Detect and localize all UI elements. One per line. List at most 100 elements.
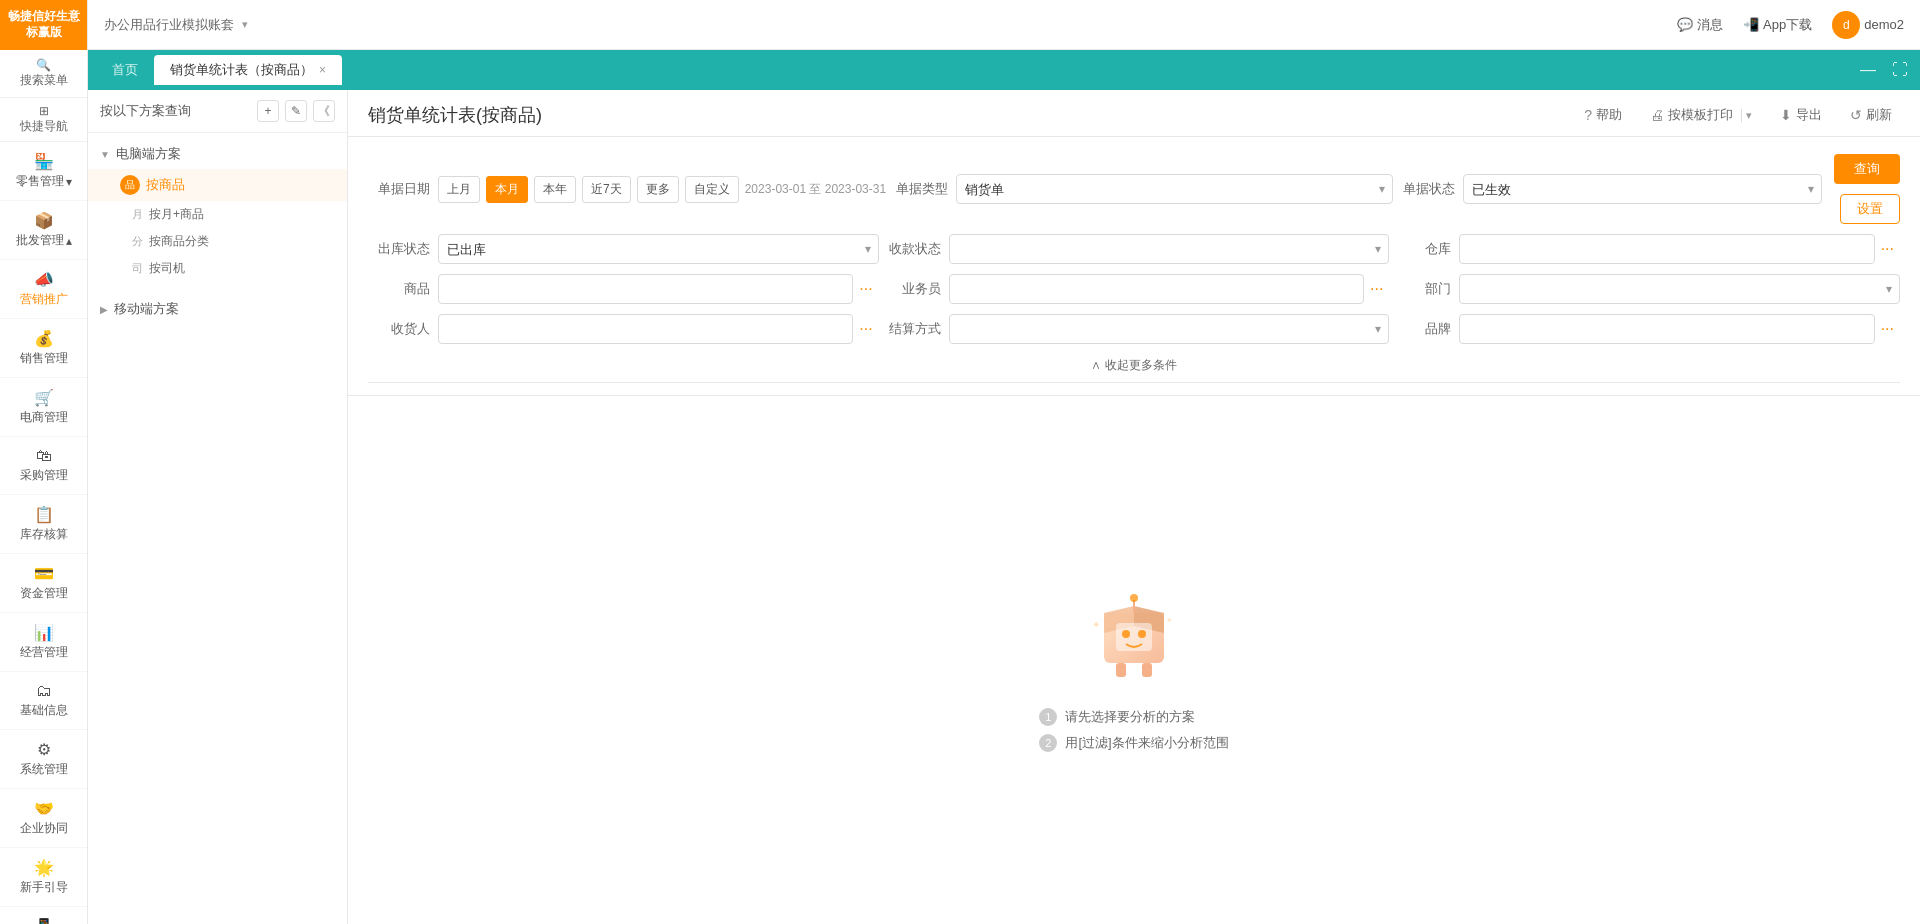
sidebar-item-finance[interactable]: 💳 资金管理: [0, 554, 87, 613]
salesperson-label: 业务员: [879, 280, 949, 298]
receiver-control: ···: [438, 314, 879, 344]
print-dropdown-icon[interactable]: ▾: [1741, 109, 1752, 122]
tree-arrow-icon: ▼: [100, 149, 110, 160]
finance-icon: 💳: [4, 564, 83, 583]
add-scheme-btn[interactable]: +: [257, 100, 279, 122]
main-area: 办公用品行业模拟账套 ▾ 💬 消息 📲 App下载 d demo2 首页: [88, 0, 1920, 924]
collapse-left-btn[interactable]: 《: [313, 100, 335, 122]
tab-minimize-btn[interactable]: —: [1856, 59, 1880, 81]
settlement-select[interactable]: [949, 314, 1390, 344]
help-btn[interactable]: ? 帮助: [1576, 102, 1630, 128]
query-btn[interactable]: 查询: [1834, 154, 1900, 184]
export-btn[interactable]: ⬇ 导出: [1772, 102, 1830, 128]
tip-num-2: 2: [1039, 734, 1057, 752]
sidebar-item-appstore[interactable]: 📱 应用中心: [0, 907, 87, 924]
salesperson-input[interactable]: [949, 274, 1364, 304]
svg-point-5: [1130, 594, 1138, 602]
brand-more-btn[interactable]: ···: [1875, 320, 1900, 338]
sidebar-item-operation[interactable]: 📊 经营管理: [0, 613, 87, 672]
out-status-select[interactable]: 已出库: [438, 234, 879, 264]
collapse-more-btn[interactable]: ∧ 收起更多条件: [368, 349, 1900, 383]
warehouse-input[interactable]: [1459, 234, 1874, 264]
last-month-btn[interactable]: 上月: [438, 176, 480, 203]
goods-input[interactable]: [438, 274, 853, 304]
tab-sales-stats[interactable]: 销货单统计表（按商品） ×: [154, 55, 342, 85]
more-btn[interactable]: 更多: [637, 176, 679, 203]
tree-child-by-goods[interactable]: 品 按商品: [88, 169, 347, 201]
page-title: 销货单统计表(按商品): [368, 103, 542, 127]
doc-status-select[interactable]: 已生效: [1463, 174, 1822, 204]
department-control: [1459, 274, 1900, 304]
this-year-btn[interactable]: 本年: [534, 176, 576, 203]
brand-input[interactable]: [1459, 314, 1874, 344]
tab-maximize-btn[interactable]: ⛶: [1888, 59, 1912, 81]
goods-control: ···: [438, 274, 879, 304]
department-select-wrapper: [1459, 274, 1900, 304]
app-download-btn[interactable]: 📲 App下载: [1743, 16, 1812, 34]
breadcrumb-dropdown-icon[interactable]: ▾: [242, 18, 248, 31]
goods-scheme-icon: 品: [120, 175, 140, 195]
sub-item-driver[interactable]: 司 按司机: [88, 255, 347, 282]
sidebar-item-guide[interactable]: 🌟 新手引导: [0, 848, 87, 907]
sidebar-item-inventory[interactable]: 📋 库存核算: [0, 495, 87, 554]
last7-btn[interactable]: 近7天: [582, 176, 631, 203]
settlement-select-wrapper: [949, 314, 1390, 344]
export-icon: ⬇: [1780, 107, 1792, 123]
tree-parent-pc[interactable]: ▼ 电脑端方案: [88, 139, 347, 169]
tree-parent-mobile[interactable]: ▶ 移动端方案: [88, 294, 347, 324]
tab-close-btn[interactable]: ×: [319, 64, 326, 76]
empty-state: ✦ ✦ ✦ 1 请先选择要分析的方案 2 用[过滤]条件来缩小分析范围: [348, 396, 1920, 924]
filter-row-1: 单据日期 上月 本月 本年 近7天 更多 自定义 2023-03-01 至 20…: [368, 149, 1900, 229]
left-panel-title: 按以下方案查询: [100, 102, 191, 120]
receiver-input[interactable]: [438, 314, 853, 344]
message-icon: 💬: [1677, 17, 1693, 32]
sidebar-item-system[interactable]: ⚙ 系统管理: [0, 730, 87, 789]
sidebar-item-retail[interactable]: 🏪 零售管理 ▾: [0, 142, 87, 201]
message-btn[interactable]: 💬 消息: [1677, 16, 1723, 34]
setting-btn[interactable]: 设置: [1840, 194, 1900, 224]
warehouse-more-btn[interactable]: ···: [1875, 240, 1900, 258]
sidebar-item-enterprise[interactable]: 🤝 企业协同: [0, 789, 87, 848]
print-icon: 🖨: [1650, 107, 1664, 123]
out-status-label: 出库状态: [368, 240, 438, 258]
user-menu[interactable]: d demo2: [1832, 11, 1904, 39]
department-select[interactable]: [1459, 274, 1900, 304]
template-print-btn[interactable]: 🖨 按模板打印 ▾: [1642, 102, 1760, 128]
receiver-more-btn[interactable]: ···: [853, 320, 878, 338]
sidebar-item-basic[interactable]: 🗂 基础信息: [0, 672, 87, 730]
sub-item-month-goods[interactable]: 月 按月+商品: [88, 201, 347, 228]
sidebar-item-purchase[interactable]: 🛍 采购管理: [0, 437, 87, 495]
doc-status-label: 单据状态: [1393, 180, 1463, 198]
doc-type-control: 销货单: [956, 174, 1393, 204]
right-panel: 销货单统计表(按商品) ? 帮助 🖨 按模板打印 ▾ ⬇ 导出: [348, 90, 1920, 924]
goods-more-btn[interactable]: ···: [853, 280, 878, 298]
mobile-tree-arrow-icon: ▶: [100, 304, 108, 315]
tab-bar: 首页 销货单统计表（按商品） × — ⛶: [88, 50, 1920, 90]
salesperson-control: ···: [949, 274, 1390, 304]
sub-item-category[interactable]: 分 按商品分类: [88, 228, 347, 255]
tab-home[interactable]: 首页: [96, 55, 154, 85]
search-menu-item[interactable]: 🔍 搜索菜单: [0, 50, 87, 98]
operation-icon: 📊: [4, 623, 83, 642]
empty-tip-1: 1 请先选择要分析的方案: [1039, 708, 1228, 726]
custom-btn[interactable]: 自定义: [685, 176, 739, 203]
doc-status-control: 已生效: [1463, 174, 1822, 204]
sidebar-item-wholesale[interactable]: 📦 批发管理 ▴: [0, 201, 87, 260]
quick-nav-item[interactable]: ⊞ 快捷导航: [0, 98, 87, 142]
filter-section: 单据日期 上月 本月 本年 近7天 更多 自定义 2023-03-01 至 20…: [348, 137, 1920, 396]
filter-cell-goods: 商品 ···: [368, 269, 879, 309]
guide-icon: 🌟: [4, 858, 83, 877]
edit-scheme-btn[interactable]: ✎: [285, 100, 307, 122]
filter-cell-brand: 品牌 ···: [1389, 309, 1900, 349]
brand-label: 品牌: [1389, 320, 1459, 338]
sidebar-item-ecommerce[interactable]: 🛒 电商管理: [0, 378, 87, 437]
sidebar-item-sales[interactable]: 💰 销售管理: [0, 319, 87, 378]
salesperson-more-btn[interactable]: ···: [1364, 280, 1389, 298]
sidebar-item-marketing[interactable]: 📣 营销推广: [0, 260, 87, 319]
sub-icon-2: 分: [132, 234, 143, 249]
refresh-btn[interactable]: ↺ 刷新: [1842, 102, 1900, 128]
pay-status-select[interactable]: [949, 234, 1390, 264]
doc-type-select[interactable]: 销货单: [956, 174, 1393, 204]
refresh-icon: ↺: [1850, 107, 1862, 123]
this-month-btn[interactable]: 本月: [486, 176, 528, 203]
